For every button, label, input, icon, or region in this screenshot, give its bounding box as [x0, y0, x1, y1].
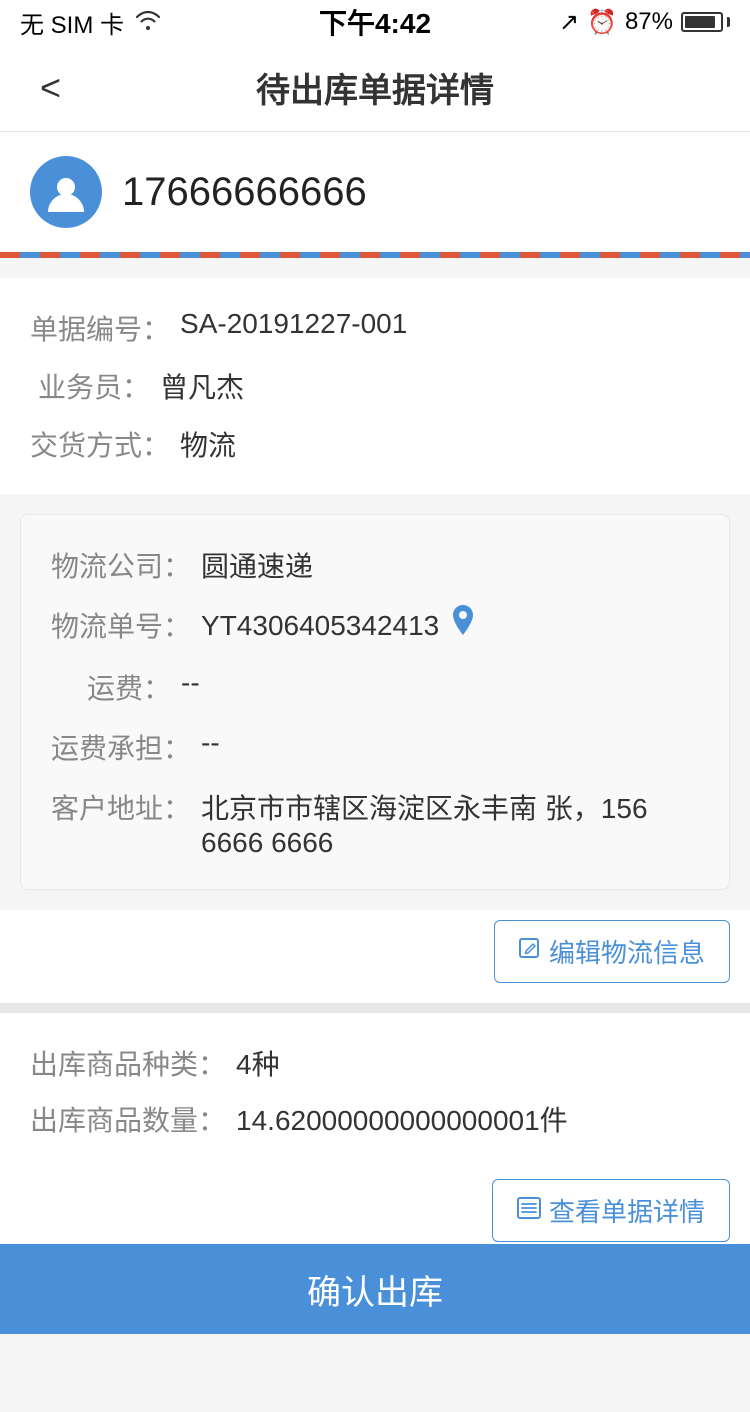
order-number-value: SA-20191227-001 [180, 308, 720, 340]
alarm-icon: ⏰ [587, 8, 617, 37]
delivery-value: 物流 [180, 424, 720, 464]
delivery-row: 交货方式： 物流 [30, 424, 720, 464]
freight-bearer-row: 运费承担： -- [51, 727, 699, 767]
basic-info-section: 单据编号： SA-20191227-001 业务员： 曾凡杰 交货方式： 物流 [0, 278, 750, 494]
summary-section: 出库商品种类： 4种 出库商品数量： 14.62000000000000001件 [0, 1013, 750, 1169]
product-quantity-value: 14.62000000000000001件 [236, 1099, 568, 1139]
agent-label: 业务员： [30, 366, 150, 406]
view-detail-button[interactable]: 查看单据详情 [492, 1179, 730, 1242]
freight-value: -- [181, 667, 699, 699]
tracking-label: 物流单号： [51, 605, 191, 645]
logistics-company-value: 圆通速递 [201, 545, 699, 585]
edit-logistics-label: 编辑物流信息 [549, 933, 705, 970]
logistics-card: 物流公司： 圆通速递 物流单号： YT4306405342413 运费： -- … [20, 514, 730, 890]
address-value: 北京市市辖区海淀区永丰南 张，156 6666 6666 [201, 787, 699, 859]
product-quantity-label: 出库商品数量： [30, 1099, 226, 1139]
tracking-number-row: 物流单号： YT4306405342413 [51, 605, 699, 647]
freight-bearer-label: 运费承担： [51, 727, 191, 767]
map-location-icon[interactable] [449, 605, 477, 647]
freight-bearer-value: -- [201, 727, 699, 759]
view-detail-label: 查看单据详情 [549, 1192, 705, 1229]
product-kinds-label: 出库商品种类： [30, 1043, 226, 1083]
status-left: 无 SIM 卡 [20, 5, 162, 40]
address-label: 客户地址： [51, 787, 191, 827]
freight-row: 运费： -- [51, 667, 699, 707]
agent-value: 曾凡杰 [160, 366, 720, 406]
battery-percent: 87% [625, 8, 673, 36]
phone-section: 17666666666 [0, 132, 750, 252]
gray-divider [0, 1003, 750, 1013]
order-number-row: 单据编号： SA-20191227-001 [30, 308, 720, 348]
status-time: 下午4:42 [319, 2, 431, 42]
logistics-company-label: 物流公司： [51, 545, 191, 585]
edit-icon [519, 936, 541, 967]
address-row: 客户地址： 北京市市辖区海淀区永丰南 张，156 6666 6666 [51, 787, 699, 859]
logistics-company-row: 物流公司： 圆通速递 [51, 545, 699, 585]
freight-label: 运费： [51, 667, 171, 707]
wifi-icon [134, 8, 162, 37]
status-bar: 无 SIM 卡 下午4:42 ↗ ⏰ 87% [0, 0, 750, 44]
location-status-icon: ↗ [559, 8, 579, 37]
avatar [30, 156, 102, 228]
product-kinds-value: 4种 [236, 1043, 280, 1083]
order-number-label: 单据编号： [30, 308, 170, 348]
product-kinds-row: 出库商品种类： 4种 [30, 1043, 720, 1083]
carrier-label: 无 SIM 卡 [20, 5, 124, 40]
confirm-outbound-button[interactable]: 确认出库 [307, 1265, 443, 1314]
confirm-btn-wrap: 确认出库 [0, 1244, 750, 1334]
nav-bar: < 待出库单据详情 [0, 44, 750, 132]
edit-btn-container: 编辑物流信息 [0, 910, 750, 1003]
delivery-label: 交货方式： [30, 424, 170, 464]
customer-phone: 17666666666 [122, 170, 367, 215]
page-title: 待出库单据详情 [256, 63, 494, 112]
back-button[interactable]: < [30, 57, 71, 119]
battery-icon [681, 12, 730, 32]
tracking-number: YT4306405342413 [201, 610, 439, 642]
list-icon [517, 1195, 541, 1226]
product-quantity-row: 出库商品数量： 14.62000000000000001件 [30, 1099, 720, 1139]
status-right: ↗ ⏰ 87% [559, 8, 730, 37]
edit-logistics-button[interactable]: 编辑物流信息 [494, 920, 730, 983]
tracking-value-container: YT4306405342413 [201, 605, 699, 647]
agent-row: 业务员： 曾凡杰 [30, 366, 720, 406]
